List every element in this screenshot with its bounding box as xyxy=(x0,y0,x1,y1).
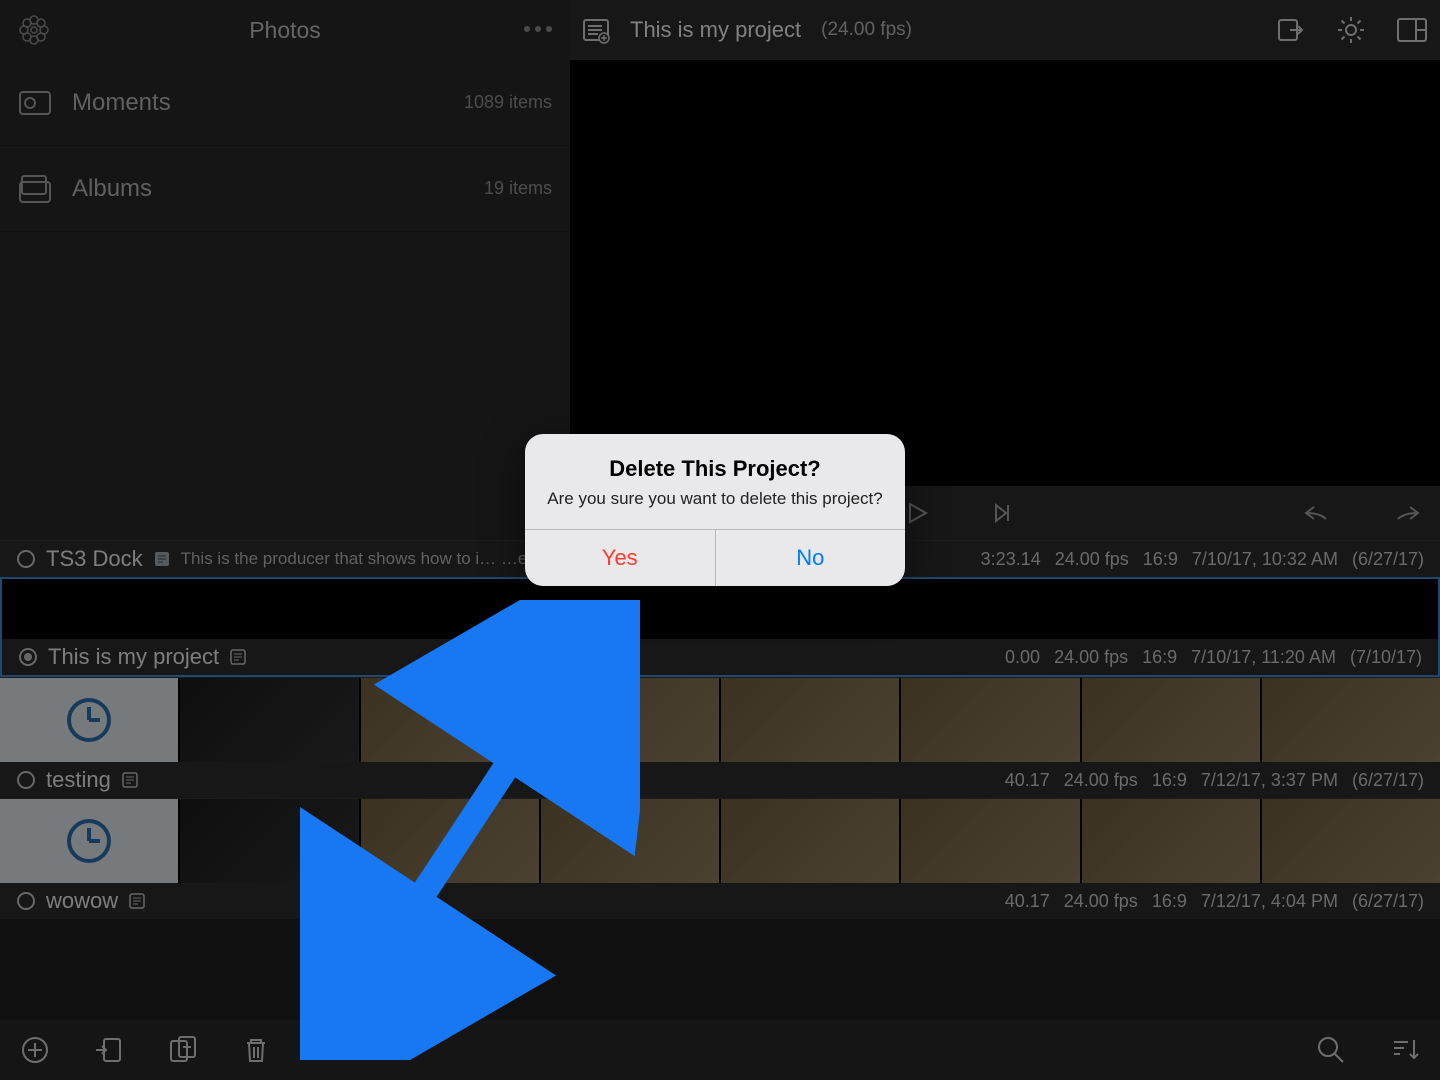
radio-unselected-icon[interactable] xyxy=(16,770,36,790)
note-icon[interactable] xyxy=(153,550,171,568)
albums-icon xyxy=(18,174,52,204)
project-fps: 24.00 fps xyxy=(1064,891,1138,912)
project-modified: 7/10/17, 11:20 AM xyxy=(1191,647,1336,668)
note-icon[interactable] xyxy=(121,771,139,789)
layout-icon[interactable] xyxy=(1396,15,1428,45)
dialog-message: Are you sure you want to delete this pro… xyxy=(545,488,885,511)
sort-icon[interactable] xyxy=(1390,1035,1420,1065)
project-modified: 7/10/17, 10:32 AM xyxy=(1192,549,1338,570)
sidebar-title: Photos xyxy=(249,17,321,44)
dialog-title: Delete This Project? xyxy=(545,456,885,482)
add-icon[interactable] xyxy=(20,1035,50,1065)
redo-icon[interactable] xyxy=(1392,503,1420,523)
sidebar-item-label: Albums xyxy=(72,175,152,203)
project-fps: 24.00 fps xyxy=(1055,549,1129,570)
project-duration: 3:23.14 xyxy=(981,549,1041,570)
project-row-selected[interactable]: This is my project 0.00 24.00 fps 16:9 7… xyxy=(0,577,1440,677)
search-icon[interactable] xyxy=(1316,1035,1346,1065)
duplicate-icon[interactable] xyxy=(168,1035,198,1065)
project-created: (6/27/17) xyxy=(1352,549,1424,570)
project-fps: 24.00 fps xyxy=(1064,770,1138,791)
project-title: This is my project xyxy=(630,17,801,43)
sidebar: Photos Moments 1089 items Albums 19 item… xyxy=(0,0,570,540)
photos-app-icon xyxy=(16,12,52,48)
sidebar-item-count: 1089 items xyxy=(464,92,552,113)
bottom-toolbar xyxy=(0,1020,1440,1080)
project-aspect: 16:9 xyxy=(1152,891,1187,912)
import-icon[interactable] xyxy=(94,1035,124,1065)
project-aspect: 16:9 xyxy=(1142,647,1177,668)
video-preview[interactable] xyxy=(570,60,1440,486)
dialog-no-button[interactable]: No xyxy=(716,530,906,586)
project-created: (6/27/17) xyxy=(1352,770,1424,791)
undo-icon[interactable] xyxy=(1304,503,1332,523)
next-frame-icon[interactable] xyxy=(990,501,1014,525)
project-aspect: 16:9 xyxy=(1152,770,1187,791)
project-duration: 40.17 xyxy=(1005,891,1050,912)
sidebar-item-count: 19 items xyxy=(484,178,552,199)
project-name: wowow xyxy=(46,888,118,914)
empty-thumbnails xyxy=(2,579,1438,639)
thumbnail-strip xyxy=(0,678,1440,762)
project-aspect: 16:9 xyxy=(1143,549,1178,570)
project-list: TS3 Dock This is the producer that shows… xyxy=(0,540,1440,1020)
thumbnail-strip xyxy=(0,799,1440,883)
project-name: testing xyxy=(46,767,111,793)
list-add-icon[interactable] xyxy=(582,16,610,44)
sidebar-item-albums[interactable]: Albums 19 items xyxy=(0,146,570,232)
sidebar-header: Photos xyxy=(0,0,570,60)
project-created: (7/10/17) xyxy=(1350,647,1422,668)
note-icon[interactable] xyxy=(128,892,146,910)
project-created: (6/27/17) xyxy=(1352,891,1424,912)
dialog-yes-button[interactable]: Yes xyxy=(525,530,716,586)
project-modified: 7/12/17, 3:37 PM xyxy=(1201,770,1338,791)
note-icon[interactable] xyxy=(229,648,247,666)
more-icon[interactable] xyxy=(522,24,554,34)
project-name: TS3 Dock xyxy=(46,546,143,572)
sidebar-item-label: Moments xyxy=(72,89,171,117)
moments-icon xyxy=(18,88,52,118)
project-fps: 24.00 fps xyxy=(1054,647,1128,668)
project-row[interactable]: testing 40.17 24.00 fps 16:9 7/12/17, 3:… xyxy=(0,677,1440,798)
main-header: This is my project (24.00 fps) xyxy=(570,0,1440,60)
project-row[interactable]: wowow 40.17 24.00 fps 16:9 7/12/17, 4:04… xyxy=(0,798,1440,919)
radio-unselected-icon[interactable] xyxy=(16,549,36,569)
project-fps: (24.00 fps) xyxy=(821,19,912,41)
project-modified: 7/12/17, 4:04 PM xyxy=(1201,891,1338,912)
sidebar-item-moments[interactable]: Moments 1089 items xyxy=(0,60,570,146)
gear-icon[interactable] xyxy=(1336,15,1366,45)
export-icon[interactable] xyxy=(1276,15,1306,45)
radio-unselected-icon[interactable] xyxy=(16,891,36,911)
trash-icon[interactable] xyxy=(242,1035,270,1065)
project-duration: 40.17 xyxy=(1005,770,1050,791)
project-duration: 0.00 xyxy=(1005,647,1040,668)
delete-project-dialog: Delete This Project? Are you sure you wa… xyxy=(525,434,905,586)
play-icon[interactable] xyxy=(904,500,930,526)
project-name: This is my project xyxy=(48,644,219,670)
radio-selected-icon[interactable] xyxy=(18,647,38,667)
